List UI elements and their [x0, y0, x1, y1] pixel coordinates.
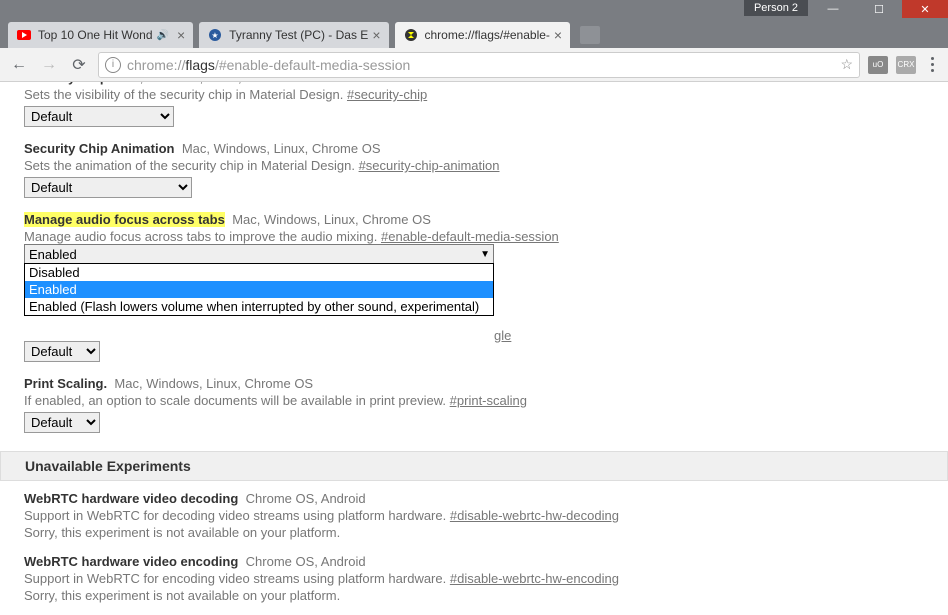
flag-platforms: Mac, Windows, Linux, Chrome OS [232, 212, 431, 227]
flag-hidden: gle Default [0, 322, 948, 370]
tab-close-icon[interactable]: × [177, 27, 185, 43]
browser-toolbar: ← → ⟳ i chrome://flags/#enable-default-m… [0, 48, 948, 82]
flag-description: Sets the animation of the security chip … [24, 158, 924, 173]
flag-title: Manage audio focus across tabs [24, 212, 225, 227]
tab-title: Top 10 One Hit Wond [38, 28, 153, 42]
flag-print-scaling: Print Scaling. Mac, Windows, Linux, Chro… [0, 370, 948, 441]
flag-select[interactable]: Default [24, 341, 100, 362]
flag-hash-link-partial[interactable]: gle [494, 328, 511, 343]
tab-1[interactable]: ★ Tyranny Test (PC) - Das E × [199, 22, 388, 48]
reload-button[interactable]: ⟳ [68, 54, 90, 76]
dropdown-option[interactable]: Enabled [25, 281, 493, 298]
chevron-down-icon: ▼ [480, 249, 490, 260]
new-tab-button[interactable] [580, 26, 600, 44]
chrome-menu-button[interactable] [924, 57, 940, 72]
flag-hash-link[interactable]: #security-chip [347, 87, 427, 102]
flag-hash-link[interactable]: #disable-webrtc-hw-encoding [450, 571, 619, 586]
flag-description: Support in WebRTC for decoding video str… [24, 508, 924, 523]
extension-crx-icon[interactable]: CRX [896, 56, 916, 74]
minimize-button[interactable]: — [810, 0, 856, 18]
forward-button[interactable]: → [38, 54, 60, 76]
svg-text:★: ★ [212, 31, 219, 40]
flag-description: Sets the visibility of the security chip… [24, 87, 924, 102]
window-titlebar: Person 2 — ☐ ✕ [0, 0, 948, 18]
tab-close-icon[interactable]: × [372, 27, 380, 43]
url-text: chrome://flags/#enable-default-media-ses… [127, 57, 840, 73]
flag-platforms: Chrome OS, Android [246, 554, 366, 569]
flag-title: Security Chip Animation [24, 141, 174, 156]
flag-title: Print Scaling. [24, 376, 107, 391]
flag-description: Support in WebRTC for encoding video str… [24, 571, 924, 586]
flag-webrtc-hw-encoding: WebRTC hardware video encoding Chrome OS… [0, 548, 948, 611]
profile-badge[interactable]: Person 2 [744, 0, 808, 16]
flag-hash-link[interactable]: #security-chip-animation [359, 158, 500, 173]
back-button[interactable]: ← [8, 54, 30, 76]
flag-hash-link[interactable]: #enable-default-media-session [381, 229, 559, 244]
flags-icon [403, 27, 419, 43]
flag-unavailable-note: Sorry, this experiment is not available … [24, 525, 924, 540]
flag-platforms: Mac, Windows, Linux, Chrome OS [182, 141, 381, 156]
flag-security-chip: Security Chip Mac, Windows, Linux, Chrom… [0, 82, 948, 135]
flag-select[interactable]: Default [24, 412, 100, 433]
maximize-button[interactable]: ☐ [856, 0, 902, 18]
extension-ublock-icon[interactable]: uO [868, 56, 888, 74]
close-button[interactable]: ✕ [902, 0, 948, 18]
audio-icon[interactable]: 🔊 [157, 30, 169, 41]
flag-hash-link[interactable]: #print-scaling [450, 393, 527, 408]
tab-close-icon[interactable]: × [554, 27, 562, 43]
flag-description: Manage audio focus across tabs to improv… [24, 229, 924, 244]
tab-strip: Top 10 One Hit Wond 🔊 × ★ Tyranny Test (… [0, 18, 948, 48]
flag-select[interactable]: Default [24, 177, 192, 198]
flag-unavailable-note: Sorry, this experiment is not available … [24, 588, 924, 603]
page-content: Security Chip Mac, Windows, Linux, Chrom… [0, 82, 948, 615]
flag-title: WebRTC hardware video decoding [24, 491, 238, 506]
youtube-icon [16, 27, 32, 43]
section-unavailable-header: Unavailable Experiments [0, 451, 948, 481]
flag-ble-advertising: BLE Advertising in Chrome Apps Chrome OS… [0, 611, 948, 615]
bookmark-star-icon[interactable]: ☆ [840, 56, 853, 73]
site-info-icon[interactable]: i [105, 57, 121, 73]
tab-title: chrome://flags/#enable- [425, 28, 550, 42]
tab-2[interactable]: chrome://flags/#enable- × [395, 22, 571, 48]
flag-platforms: Mac, Windows, Linux, Chrome OS [114, 376, 313, 391]
flag-select[interactable]: Default [24, 106, 174, 127]
flag-select-dropdown: Disabled Enabled Enabled (Flash lowers v… [24, 263, 494, 316]
dropdown-option[interactable]: Disabled [25, 264, 493, 281]
tab-title: Tyranny Test (PC) - Das E [229, 28, 368, 42]
window-controls: — ☐ ✕ [810, 0, 948, 18]
address-bar[interactable]: i chrome://flags/#enable-default-media-s… [98, 52, 860, 78]
flag-description: If enabled, an option to scale documents… [24, 393, 924, 408]
flag-title: Security Chip [24, 82, 108, 85]
flag-manage-audio-focus: Manage audio focus across tabs Mac, Wind… [0, 206, 948, 272]
flag-select[interactable]: Enabled ▼ [24, 244, 494, 264]
flag-webrtc-hw-decoding: WebRTC hardware video decoding Chrome OS… [0, 485, 948, 548]
gamestar-icon: ★ [207, 27, 223, 43]
tab-0[interactable]: Top 10 One Hit Wond 🔊 × [8, 22, 193, 48]
flag-hash-link[interactable]: #disable-webrtc-hw-decoding [450, 508, 619, 523]
flag-platforms: Chrome OS, Android [246, 491, 366, 506]
flag-security-chip-animation: Security Chip Animation Mac, Windows, Li… [0, 135, 948, 206]
flag-title: WebRTC hardware video encoding [24, 554, 238, 569]
flag-platforms: Mac, Windows, Linux, Chrome OS [115, 82, 314, 85]
dropdown-option[interactable]: Enabled (Flash lowers volume when interr… [25, 298, 493, 315]
